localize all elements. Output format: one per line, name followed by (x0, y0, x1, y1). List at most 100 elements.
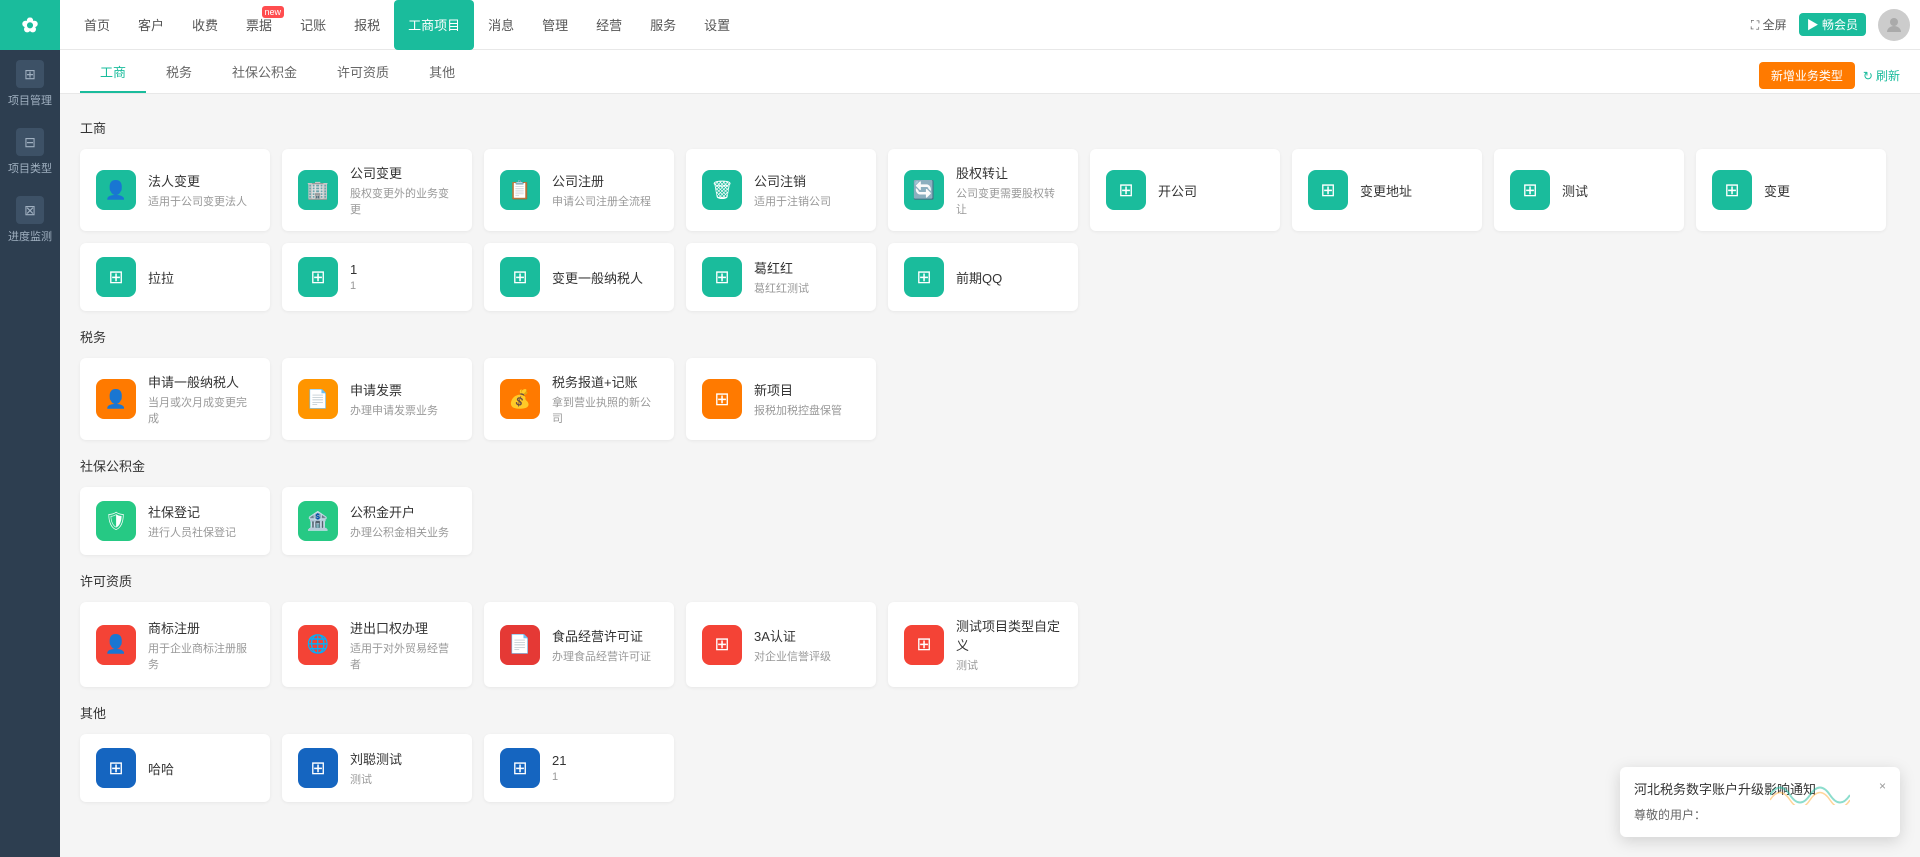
card-icon: 🗑 (702, 170, 742, 210)
sidebar-item-project-type[interactable]: ⊟ 项目类型 (0, 118, 60, 186)
card-title: 申请发票 (350, 380, 438, 399)
sidebar-item-progress[interactable]: ⊠ 进度监测 (0, 186, 60, 254)
card-guquan-zhuanrang[interactable]: 🔄 股权转让 公司变更需要股权转让 (888, 149, 1078, 231)
card-shenqing-fapiao[interactable]: 📄 申请发票 办理申请发票业务 (282, 358, 472, 440)
card-ceshi-leibie[interactable]: ⊞ 测试项目类型自定义 测试 (888, 602, 1078, 687)
card-faren-biangeng[interactable]: 👤 法人变更 适用于公司变更法人 (80, 149, 270, 231)
page-content: 工商 👤 法人变更 适用于公司变更法人 🏢 公司变更 股权变更外的业务变更 (60, 94, 1920, 857)
card-haha[interactable]: ⊞ 哈哈 (80, 734, 270, 802)
nav-messages[interactable]: 消息 (474, 0, 528, 50)
card-icon: 📄 (298, 379, 338, 419)
card-biangeng-dizhi[interactable]: ⊞ 变更地址 (1292, 149, 1482, 231)
card-jinchuko-banli[interactable]: 🌐 进出口权办理 适用于对外贸易经营者 (282, 602, 472, 687)
card-21[interactable]: ⊞ 21 1 (484, 734, 674, 802)
shebao-cards: 🛡 社保登记 进行人员社保登记 🏦 公积金开户 办理公积金相关业务 (80, 487, 1900, 555)
card-icon: ⊞ (904, 257, 944, 297)
card-title: 公司注销 (754, 171, 831, 190)
nav-management[interactable]: 管理 (528, 0, 582, 50)
card-shuiwu-baodao[interactable]: 💰 税务报道+记账 拿到营业执照的新公司 (484, 358, 674, 440)
card-desc: 公司变更需要股权转让 (956, 185, 1062, 217)
card-title: 刘聪测试 (350, 749, 402, 768)
card-title: 法人变更 (148, 171, 247, 190)
card-desc: 报税加税控盘保管 (754, 402, 842, 418)
nav-customers[interactable]: 客户 (124, 0, 178, 50)
nav-accounting[interactable]: 记账 (286, 0, 340, 50)
card-xin-xiangmu[interactable]: ⊞ 新项目 报税加税控盘保管 (686, 358, 876, 440)
card-shipin-xuke[interactable]: 📄 食品经营许可证 办理食品经营许可证 (484, 602, 674, 687)
card-title: 测试项目类型自定义 (956, 616, 1062, 654)
add-business-type-button[interactable]: 新增业务类型 (1759, 62, 1855, 89)
tab-shebao[interactable]: 社保公积金 (212, 52, 317, 93)
nav-billing[interactable]: 收费 (178, 0, 232, 50)
xuke-cards: 👤 商标注册 用于企业商标注册服务 🌐 进出口权办理 适用于对外贸易经营者 📄 (80, 602, 1900, 687)
card-title: 公积金开户 (350, 502, 449, 521)
card-desc: 适用于注销公司 (754, 193, 831, 209)
card-kai-gongsi[interactable]: ⊞ 开公司 (1090, 149, 1280, 231)
card-ceshi[interactable]: ⊞ 测试 (1494, 149, 1684, 231)
nav-services[interactable]: 服务 (636, 0, 690, 50)
card-lala[interactable]: ⊞ 拉拉 (80, 243, 270, 311)
card-title: 1 (350, 262, 357, 277)
nav-operations[interactable]: 经营 (582, 0, 636, 50)
nav-tax[interactable]: 报税 (340, 0, 394, 50)
vip-button[interactable]: ▶ 畅会员 (1799, 13, 1866, 36)
card-icon: ⊞ (96, 257, 136, 297)
card-biangeng2[interactable]: ⊞ 变更 (1696, 149, 1886, 231)
fullscreen-btn[interactable]: ⛶ 全屏 (1751, 16, 1787, 33)
sidebar-item-project-mgmt[interactable]: ⊞ 项目管理 (0, 50, 60, 118)
card-3a-renzheng[interactable]: ⊞ 3A认证 对企业信誉评级 (686, 602, 876, 687)
tab-xuke[interactable]: 许可资质 (317, 52, 409, 93)
nav-bizproject[interactable]: 工商项目 (394, 0, 474, 50)
nav-settings[interactable]: 设置 (690, 0, 744, 50)
nav-tickets[interactable]: 票据 new (232, 0, 286, 50)
card-icon: 💰 (500, 379, 540, 419)
card-icon: ⊞ (702, 257, 742, 297)
card-gongsi-zhuce[interactable]: 📋 公司注册 申请公司注册全流程 (484, 149, 674, 231)
card-shebao-dengji[interactable]: 🛡 社保登记 进行人员社保登记 (80, 487, 270, 555)
section-title-xuke: 许可资质 (80, 571, 1900, 590)
tabbar-actions: 新增业务类型 ↻ 刷新 (1759, 62, 1900, 89)
card-title: 3A认证 (754, 626, 831, 645)
section-title-shebao: 社保公积金 (80, 456, 1900, 475)
tab-gongshang[interactable]: 工商 (80, 52, 146, 93)
avatar[interactable] (1878, 9, 1910, 41)
card-title: 公司注册 (552, 171, 651, 190)
tab-bar: 工商 税务 社保公积金 许可资质 其他 新增业务类型 ↻ 刷新 (60, 50, 1920, 94)
card-gehonghong[interactable]: ⊞ 葛红红 葛红红测试 (686, 243, 876, 311)
card-icon: 🏢 (298, 170, 338, 210)
card-title: 进出口权办理 (350, 618, 456, 637)
card-title: 测试 (1562, 181, 1588, 200)
nav-home[interactable]: 首页 (70, 0, 124, 50)
card-desc: 办理申请发票业务 (350, 402, 438, 418)
shuiwu-cards: 👤 申请一般纳税人 当月或次月成变更完成 📄 申请发票 办理申请发票业务 💰 (80, 358, 1900, 440)
main-area: 首页 客户 收费 票据 new 记账 报税 工商项目 消息 管理 经营 服务 设… (60, 0, 1920, 857)
card-icon: 👤 (96, 379, 136, 419)
card-liucong-test[interactable]: ⊞ 刘聪测试 测试 (282, 734, 472, 802)
refresh-button[interactable]: ↻ 刷新 (1863, 67, 1900, 84)
card-icon: ⊞ (1510, 170, 1550, 210)
tabs-left: 工商 税务 社保公积金 许可资质 其他 (80, 52, 475, 93)
card-shenqing-yiban[interactable]: 👤 申请一般纳税人 当月或次月成变更完成 (80, 358, 270, 440)
card-desc: 对企业信誉评级 (754, 648, 831, 664)
card-desc: 1 (350, 280, 357, 292)
card-desc: 适用于公司变更法人 (148, 193, 247, 209)
card-biangeng-yiban[interactable]: ⊞ 变更一般纳税人 (484, 243, 674, 311)
card-gongsi-biangeng[interactable]: 🏢 公司变更 股权变更外的业务变更 (282, 149, 472, 231)
card-title: 拉拉 (148, 268, 174, 287)
tab-other[interactable]: 其他 (409, 52, 475, 93)
card-icon: ⊞ (298, 748, 338, 788)
card-gongjijin-kaihu[interactable]: 🏦 公积金开户 办理公积金相关业务 (282, 487, 472, 555)
card-title: 新项目 (754, 380, 842, 399)
card-shangbiao-zhuce[interactable]: 👤 商标注册 用于企业商标注册服务 (80, 602, 270, 687)
topnav-right: ⛶ 全屏 ▶ 畅会员 (1751, 9, 1910, 41)
card-icon: ⊞ (1712, 170, 1752, 210)
card-qianqi-qq[interactable]: ⊞ 前期QQ (888, 243, 1078, 311)
card-desc: 办理公积金相关业务 (350, 524, 449, 540)
tab-shuiwu[interactable]: 税务 (146, 52, 212, 93)
notification-close-button[interactable]: × (1879, 779, 1886, 798)
card-gongsi-zhuxiao[interactable]: 🗑 公司注销 适用于注销公司 (686, 149, 876, 231)
card-icon: ⊞ (500, 748, 540, 788)
card-1[interactable]: ⊞ 1 1 (282, 243, 472, 311)
card-desc: 1 (552, 771, 566, 783)
progress-icon: ⊠ (16, 196, 44, 224)
